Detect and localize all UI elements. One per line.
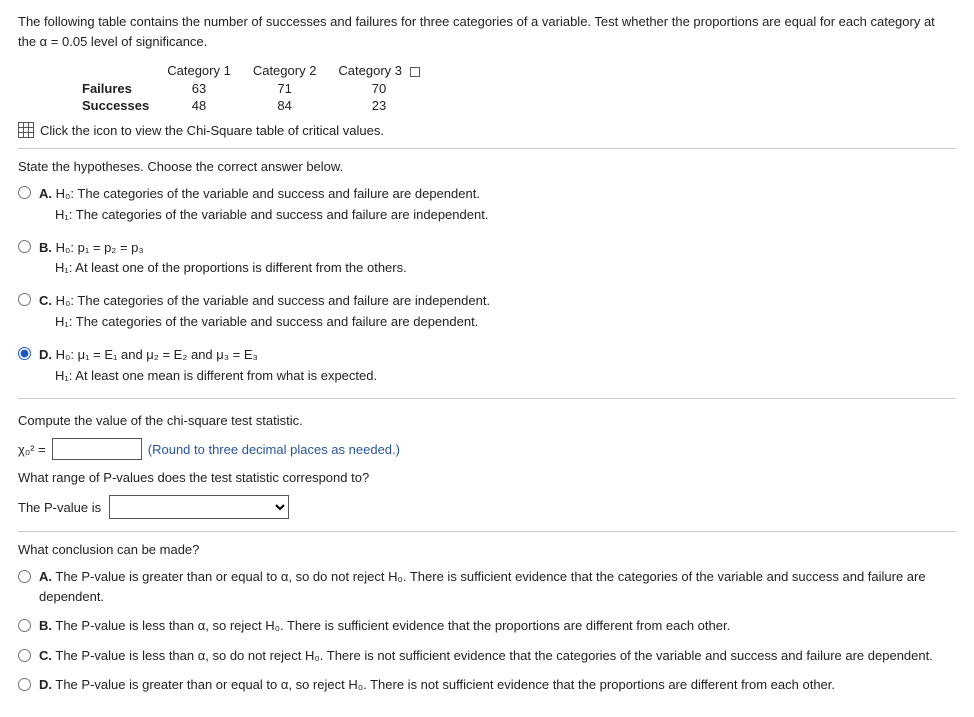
conclusion-a-text: The P-value is greater than or equal to … [39,569,926,604]
conclusion-c-content: C. The P-value is less than α, so do not… [39,646,933,666]
divider-2 [18,398,956,399]
conclusion-a-content: A. The P-value is greater than or equal … [39,567,956,606]
conclusion-option-b: B. The P-value is less than α, so reject… [18,616,956,636]
option-a-letter: A. [39,186,52,201]
option-d-line1: H₀: μ₁ = E₁ and μ₂ = E₂ and μ₃ = E₃ [56,347,258,362]
cat3-label: Category 3 [338,63,402,78]
compute-label: Compute the value of the chi-square test… [18,413,956,428]
conclusion-c-text: The P-value is less than α, so do not re… [55,648,932,663]
conclusion-a-radio[interactable] [18,570,31,583]
successes-cat3: 23 [334,97,437,114]
data-table-section: Category 1 Category 2 Category 3 Failure… [78,61,956,114]
table-icon[interactable] [410,67,420,77]
pvalue-label: The P-value is [18,500,101,515]
conclusion-b-content: B. The P-value is less than α, so reject… [39,616,730,636]
row-label-successes: Successes [78,97,163,114]
conclusion-d-letter: D. [39,677,52,692]
pvalue-select[interactable]: less than 0.001 between 0.001 and 0.01 b… [109,495,289,519]
option-d-line2: H₁: At least one mean is different from … [55,366,377,387]
table-header-row: Category 1 Category 2 Category 3 [78,61,438,80]
option-c-content: C. H₀: The categories of the variable an… [39,291,490,333]
table-header-cat1: Category 1 [163,61,249,80]
option-b-radio[interactable] [18,240,31,253]
pvalue-question: What range of P-values does the test sta… [18,470,956,485]
conclusion-d-text: The P-value is greater than or equal to … [55,677,835,692]
chi-square-link[interactable]: Click the icon to view the Chi-Square ta… [18,122,956,138]
failures-cat1: 63 [163,80,249,97]
conclusion-a-letter: A. [39,569,52,584]
table-header-cat2: Category 2 [249,61,335,80]
table-row-successes: Successes 48 84 23 [78,97,438,114]
conclusion-option-c: C. The P-value is less than α, so do not… [18,646,956,666]
failures-cat3: 70 [334,80,437,97]
chi-square-link-text: Click the icon to view the Chi-Square ta… [40,123,384,138]
divider-1 [18,148,956,149]
option-c-line1: H₀: The categories of the variable and s… [56,293,490,308]
table-header-cat3: Category 3 [334,61,437,80]
divider-3 [18,531,956,532]
option-b-line2: H₁: At least one of the proportions is d… [55,258,407,279]
conclusion-c-letter: C. [39,648,52,663]
row-label-failures: Failures [78,80,163,97]
successes-cat2: 84 [249,97,335,114]
option-a-row: A. H₀: The categories of the variable an… [18,184,956,226]
conclusion-c-radio[interactable] [18,649,31,662]
option-d-content: D. H₀: μ₁ = E₁ and μ₂ = E₂ and μ₃ = E₃ H… [39,345,377,387]
table-row-failures: Failures 63 71 70 [78,80,438,97]
option-b-line1: H₀: p₁ = p₂ = p₃ [56,240,144,255]
option-b-content: B. H₀: p₁ = p₂ = p₃ H₁: At least one of … [39,238,407,280]
option-a-content: A. H₀: The categories of the variable an… [39,184,488,226]
chi-symbol: χ₀² = [18,442,46,457]
option-d-letter: D. [39,347,52,362]
option-b-row: B. H₀: p₁ = p₂ = p₃ H₁: At least one of … [18,238,956,280]
chi-value-input[interactable] [52,438,142,460]
conclusion-d-content: D. The P-value is greater than or equal … [39,675,835,695]
option-a-line2: H₁: The categories of the variable and s… [55,205,488,226]
option-c-radio[interactable] [18,293,31,306]
pvalue-row: The P-value is less than 0.001 between 0… [18,495,956,519]
hypotheses-label: State the hypotheses. Choose the correct… [18,159,956,174]
option-a-line1: H₀: The categories of the variable and s… [56,186,480,201]
grid-table-icon[interactable] [18,122,34,138]
option-d-radio[interactable] [18,347,31,360]
failures-cat2: 71 [249,80,335,97]
option-d-row: D. H₀: μ₁ = E₁ and μ₂ = E₂ and μ₃ = E₃ H… [18,345,956,387]
option-b-letter: B. [39,240,52,255]
chi-input-row: χ₀² = (Round to three decimal places as … [18,438,956,460]
table-header-empty [78,61,163,80]
conclusion-b-text: The P-value is less than α, so reject H₀… [55,618,730,633]
option-c-row: C. H₀: The categories of the variable an… [18,291,956,333]
intro-text: The following table contains the number … [18,12,956,51]
chi-hint: (Round to three decimal places as needed… [148,442,400,457]
option-c-letter: C. [39,293,52,308]
data-table: Category 1 Category 2 Category 3 Failure… [78,61,438,114]
conclusion-b-radio[interactable] [18,619,31,632]
conclusion-question: What conclusion can be made? [18,542,956,557]
option-a-radio[interactable] [18,186,31,199]
conclusion-option-d: D. The P-value is greater than or equal … [18,675,956,695]
option-c-line2: H₁: The categories of the variable and s… [55,312,490,333]
conclusion-option-a: A. The P-value is greater than or equal … [18,567,956,606]
successes-cat1: 48 [163,97,249,114]
conclusion-d-radio[interactable] [18,678,31,691]
conclusion-b-letter: B. [39,618,52,633]
